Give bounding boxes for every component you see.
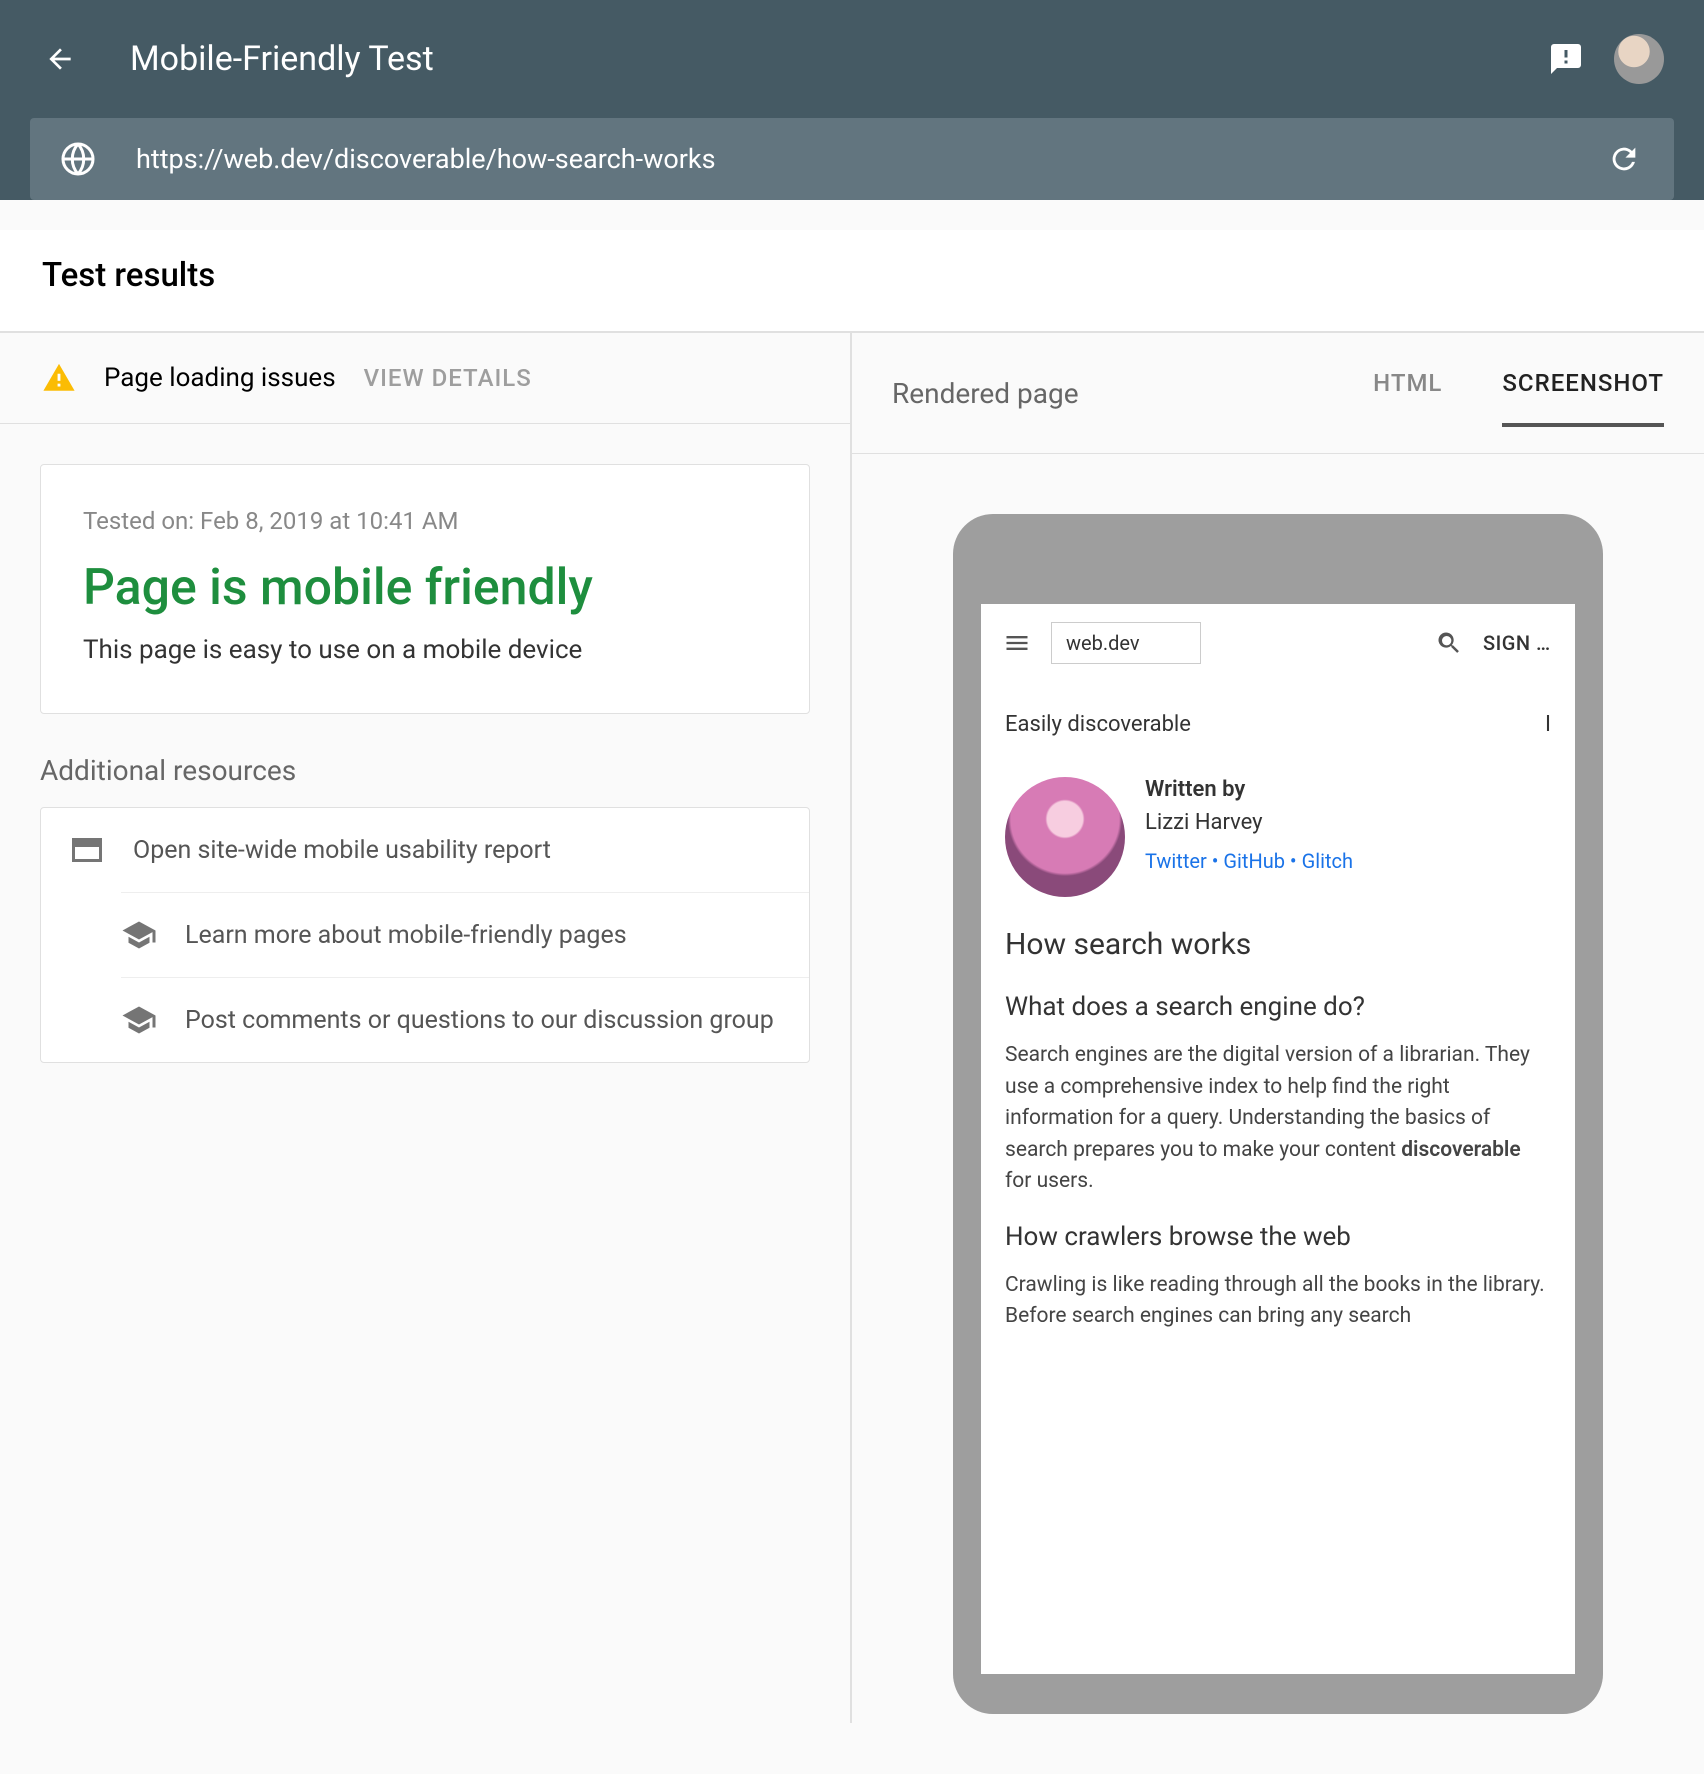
arrow-left-icon <box>44 43 76 75</box>
site-name: web.dev <box>1051 622 1201 664</box>
article-paragraph: Crawling is like reading through all the… <box>1005 1270 1551 1333</box>
resources-card: Open site-wide mobile usability report L… <box>40 807 810 1063</box>
issues-label: Page loading issues <box>104 363 336 393</box>
tab-screenshot[interactable]: SCREENSHOT <box>1502 361 1664 425</box>
author-name: Lizzi Harvey <box>1145 810 1353 835</box>
article-h2: How crawlers browse the web <box>1005 1222 1551 1252</box>
school-icon <box>121 1002 157 1038</box>
rendered-screenshot: web.dev SIGN … Easily discoverable I <box>981 604 1575 1674</box>
sign-in-link: SIGN … <box>1483 631 1553 655</box>
url-bar[interactable]: https://web.dev/discoverable/how-search-… <box>30 118 1674 200</box>
user-avatar[interactable] <box>1614 34 1664 84</box>
resources-title: Additional resources <box>40 754 810 787</box>
app-title: Mobile-Friendly Test <box>130 39 1548 79</box>
url-text: https://web.dev/discoverable/how-search-… <box>136 143 1604 175</box>
tested-on: Tested on: Feb 8, 2019 at 10:41 AM <box>83 507 767 535</box>
tab-html[interactable]: HTML <box>1373 361 1442 425</box>
web-icon <box>69 832 105 868</box>
right-header: Rendered page HTML SCREENSHOT <box>852 333 1704 454</box>
resource-label: Learn more about mobile-friendly pages <box>185 921 627 950</box>
resource-label: Post comments or questions to our discus… <box>185 1006 774 1035</box>
globe-icon <box>60 141 96 177</box>
breadcrumb: Easily discoverable <box>1005 712 1191 737</box>
phone-frame: web.dev SIGN … Easily discoverable I <box>953 514 1603 1714</box>
back-button[interactable] <box>40 39 80 79</box>
view-details-button[interactable]: VIEW DETAILS <box>364 364 532 392</box>
issues-row: Page loading issues VIEW DETAILS <box>0 333 850 424</box>
refresh-icon <box>1607 142 1641 176</box>
resource-item-learn[interactable]: Learn more about mobile-friendly pages <box>121 892 809 977</box>
feedback-icon[interactable] <box>1548 41 1584 77</box>
section-title-bar: Test results <box>0 230 1704 333</box>
school-icon <box>121 917 157 953</box>
warning-icon <box>42 361 76 395</box>
menu-icon <box>1003 629 1031 657</box>
author-links: Twitter • GitHub • Glitch <box>1145 849 1353 873</box>
info-mark: I <box>1545 712 1551 737</box>
written-by-label: Written by <box>1145 777 1353 802</box>
article-paragraph: Search engines are the digital version o… <box>1005 1040 1551 1198</box>
left-panel: Page loading issues VIEW DETAILS Tested … <box>0 333 852 1723</box>
tabs: HTML SCREENSHOT <box>1373 361 1664 425</box>
resource-item-report[interactable]: Open site-wide mobile usability report <box>41 808 809 892</box>
resource-label: Open site-wide mobile usability report <box>133 836 551 865</box>
result-subtitle: This page is easy to use on a mobile dev… <box>83 635 767 665</box>
article-title: How search works <box>1005 927 1551 962</box>
resource-item-discuss[interactable]: Post comments or questions to our discus… <box>121 977 809 1062</box>
search-icon <box>1435 629 1463 657</box>
author-avatar <box>1005 777 1125 897</box>
article-h2: What does a search engine do? <box>1005 992 1551 1022</box>
rendered-title: Rendered page <box>892 377 1373 410</box>
refresh-button[interactable] <box>1604 139 1644 179</box>
result-headline: Page is mobile friendly <box>83 559 767 617</box>
app-header: Mobile-Friendly Test https://web.dev/dis… <box>0 0 1704 200</box>
right-panel: Rendered page HTML SCREENSHOT web.dev SI… <box>852 333 1704 1723</box>
section-title: Test results <box>42 256 1662 295</box>
result-card: Tested on: Feb 8, 2019 at 10:41 AM Page … <box>40 464 810 714</box>
